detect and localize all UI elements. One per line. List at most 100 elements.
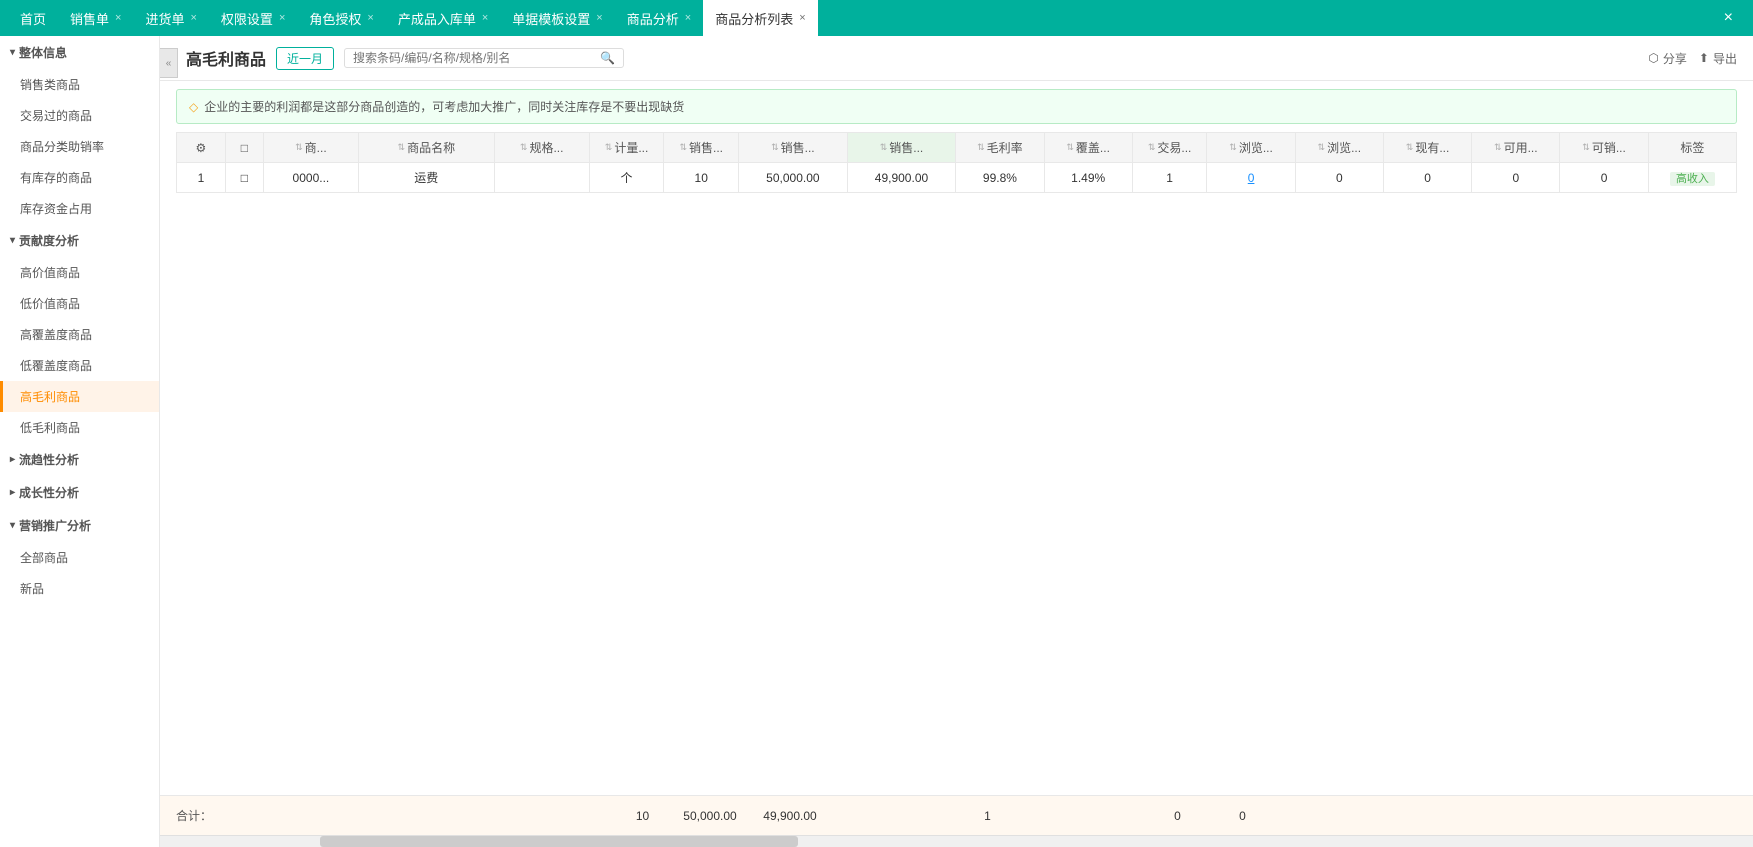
sidebar-group-contribution[interactable]: ▾ 贡献度分析 [0, 224, 159, 257]
search-input[interactable] [353, 51, 600, 65]
sort-icon12: ⇅ [1318, 142, 1326, 153]
cell-no: 1 [177, 163, 226, 193]
sidebar-item-low-value[interactable]: 低价值商品 [0, 288, 159, 319]
settings-icon: ⚙ [196, 141, 207, 155]
nav-product-analysis-list[interactable]: 商品分析列表 × [703, 0, 817, 36]
footer-empty8 [895, 809, 960, 823]
sidebar-item-low-margin[interactable]: 低毛利商品 [0, 412, 159, 443]
footer-empty7 [830, 809, 895, 823]
sort-icon2: ⇅ [398, 142, 406, 153]
cell-code: 0000... [263, 163, 358, 193]
close-purchase-order[interactable]: × [190, 12, 196, 24]
sidebar-item-high-coverage[interactable]: 高覆盖度商品 [0, 319, 159, 350]
nav-purchase-order[interactable]: 进货单 × [133, 0, 208, 36]
close-sales-order[interactable]: × [115, 12, 121, 24]
footer-sales-qty: 10 [615, 809, 670, 823]
browse1-link[interactable]: 0 [1248, 171, 1255, 185]
nav-sales-order[interactable]: 销售单 × [58, 0, 133, 36]
close-product-analysis-list[interactable]: × [799, 12, 805, 24]
cell-trade: 1 [1132, 163, 1207, 193]
nav-product-analysis[interactable]: 商品分析 × [615, 0, 703, 36]
sidebar-item-all-goods[interactable]: 全部商品 [0, 542, 159, 573]
footer-empty2 [292, 809, 320, 823]
th-tag: 标签 [1648, 133, 1736, 163]
cell-sellable: 0 [1560, 163, 1648, 193]
table-wrapper[interactable]: ⚙ □ ⇅ 商... ⇅ [160, 132, 1753, 795]
th-code: ⇅ 商... [263, 133, 358, 163]
footer-empty5 [490, 809, 560, 823]
nav-template-settings[interactable]: 单据模板设置 × [500, 0, 614, 36]
search-icon[interactable]: 🔍 [600, 51, 615, 65]
footer-trade: 1 [960, 809, 1015, 823]
header-actions: ⬡ 分享 ⬆ 导出 [1648, 50, 1737, 67]
close-product-inbound[interactable]: × [482, 12, 488, 24]
row-checkbox[interactable]: □ [241, 171, 248, 185]
sidebar-item-high-margin[interactable]: 高毛利商品 [0, 381, 159, 412]
footer-sales-cost: 49,900.00 [750, 809, 830, 823]
marketing-collapse-icon: ▾ [10, 520, 15, 531]
footer-empty3 [320, 809, 390, 823]
nav-home[interactable]: 首页 [8, 0, 58, 36]
sort-icon14: ⇅ [1494, 142, 1502, 153]
content-header: 高毛利商品 近一月 🔍 ⬡ 分享 ⬆ 导出 [160, 36, 1753, 81]
sort-icon11: ⇅ [1229, 142, 1237, 153]
trend-collapse-icon: ▸ [10, 454, 15, 465]
tag-badge: 高收入 [1670, 172, 1715, 186]
footer-stock2: 0 [1210, 809, 1275, 823]
sidebar-group-trend[interactable]: ▸ 流趋性分析 [0, 443, 159, 476]
sidebar-item-high-value[interactable]: 高价值商品 [0, 257, 159, 288]
sidebar-group-marketing[interactable]: ▾ 营销推广分析 [0, 509, 159, 542]
sidebar-group-growth[interactable]: ▸ 成长性分析 [0, 476, 159, 509]
sidebar-group-overall[interactable]: ▾ 整体信息 [0, 36, 159, 69]
th-gross-rate: ⇅ 毛利率 [956, 133, 1044, 163]
th-trade: ⇅ 交易... [1132, 133, 1207, 163]
sidebar-item-stock-capital[interactable]: 库存资金占用 [0, 193, 159, 224]
scrollbar-thumb[interactable] [320, 836, 798, 847]
export-button[interactable]: ⬆ 导出 [1699, 50, 1737, 67]
table-footer: 合计： 10 50,000.00 49,900.00 1 0 0 [160, 795, 1753, 835]
footer-empty4 [390, 809, 490, 823]
nav-product-inbound[interactable]: 产成品入库单 × [386, 0, 500, 36]
close-product-analysis[interactable]: × [685, 12, 691, 24]
sort-icon8: ⇅ [977, 142, 985, 153]
sort-icon13: ⇅ [1406, 142, 1414, 153]
bottom-scrollbar[interactable] [160, 835, 1753, 847]
sidebar-collapse-button[interactable]: « [160, 48, 178, 78]
th-checkbox[interactable]: □ [225, 133, 263, 163]
sort-icon9: ⇅ [1066, 142, 1074, 153]
period-button[interactable]: 近一月 [276, 47, 334, 70]
footer-cells: 10 50,000.00 49,900.00 1 0 0 [256, 809, 1737, 823]
cell-checkbox[interactable]: □ [225, 163, 263, 193]
top-navigation: 首页 销售单 × 进货单 × 权限设置 × 角色授权 × 产成品入库单 × 单据… [0, 0, 1753, 36]
sort-icon7: ⇅ [880, 142, 888, 153]
nav-role-auth[interactable]: 角色授权 × [297, 0, 385, 36]
sidebar-item-new-goods[interactable]: 新品 [0, 573, 159, 604]
footer-empty10 [1080, 809, 1145, 823]
close-template-settings[interactable]: × [596, 12, 602, 24]
cell-name: 运费 [358, 163, 494, 193]
cell-browse2: 0 [1295, 163, 1383, 193]
sidebar-item-stocked-goods[interactable]: 有库存的商品 [0, 162, 159, 193]
sidebar-item-traded-goods[interactable]: 交易过的商品 [0, 100, 159, 131]
share-button[interactable]: ⬡ 分享 [1648, 50, 1687, 67]
cell-stock2: 0 [1472, 163, 1560, 193]
nav-permission-settings[interactable]: 权限设置 × [209, 0, 297, 36]
info-icon: ◇ [189, 100, 198, 114]
info-banner: ◇ 企业的主要的利润都是这部分商品创造的，可考虑加大推广，同时关注库存是不要出现… [176, 89, 1737, 124]
sidebar-item-low-coverage[interactable]: 低覆盖度商品 [0, 350, 159, 381]
footer-label: 合计： [176, 807, 256, 824]
cell-sales-amt: 50,000.00 [739, 163, 848, 193]
close-role-auth[interactable]: × [367, 12, 373, 24]
sidebar-item-sales-goods[interactable]: 销售类商品 [0, 69, 159, 100]
th-settings[interactable]: ⚙ [177, 133, 226, 163]
close-permission-settings[interactable]: × [279, 12, 285, 24]
close-window-icon[interactable]: × [1712, 9, 1745, 27]
sidebar-item-category-rate[interactable]: 商品分类助销率 [0, 131, 159, 162]
main-layout: ▾ 整体信息 销售类商品 交易过的商品 商品分类助销率 有库存的商品 库存资金占… [0, 36, 1753, 847]
th-sales-qty: ⇅ 销售... [664, 133, 739, 163]
th-stock2: ⇅ 可用... [1472, 133, 1560, 163]
sort-icon10: ⇅ [1148, 142, 1156, 153]
sidebar: ▾ 整体信息 销售类商品 交易过的商品 商品分类助销率 有库存的商品 库存资金占… [0, 36, 160, 847]
cell-spec [494, 163, 589, 193]
cell-gross-rate: 99.8% [956, 163, 1044, 193]
